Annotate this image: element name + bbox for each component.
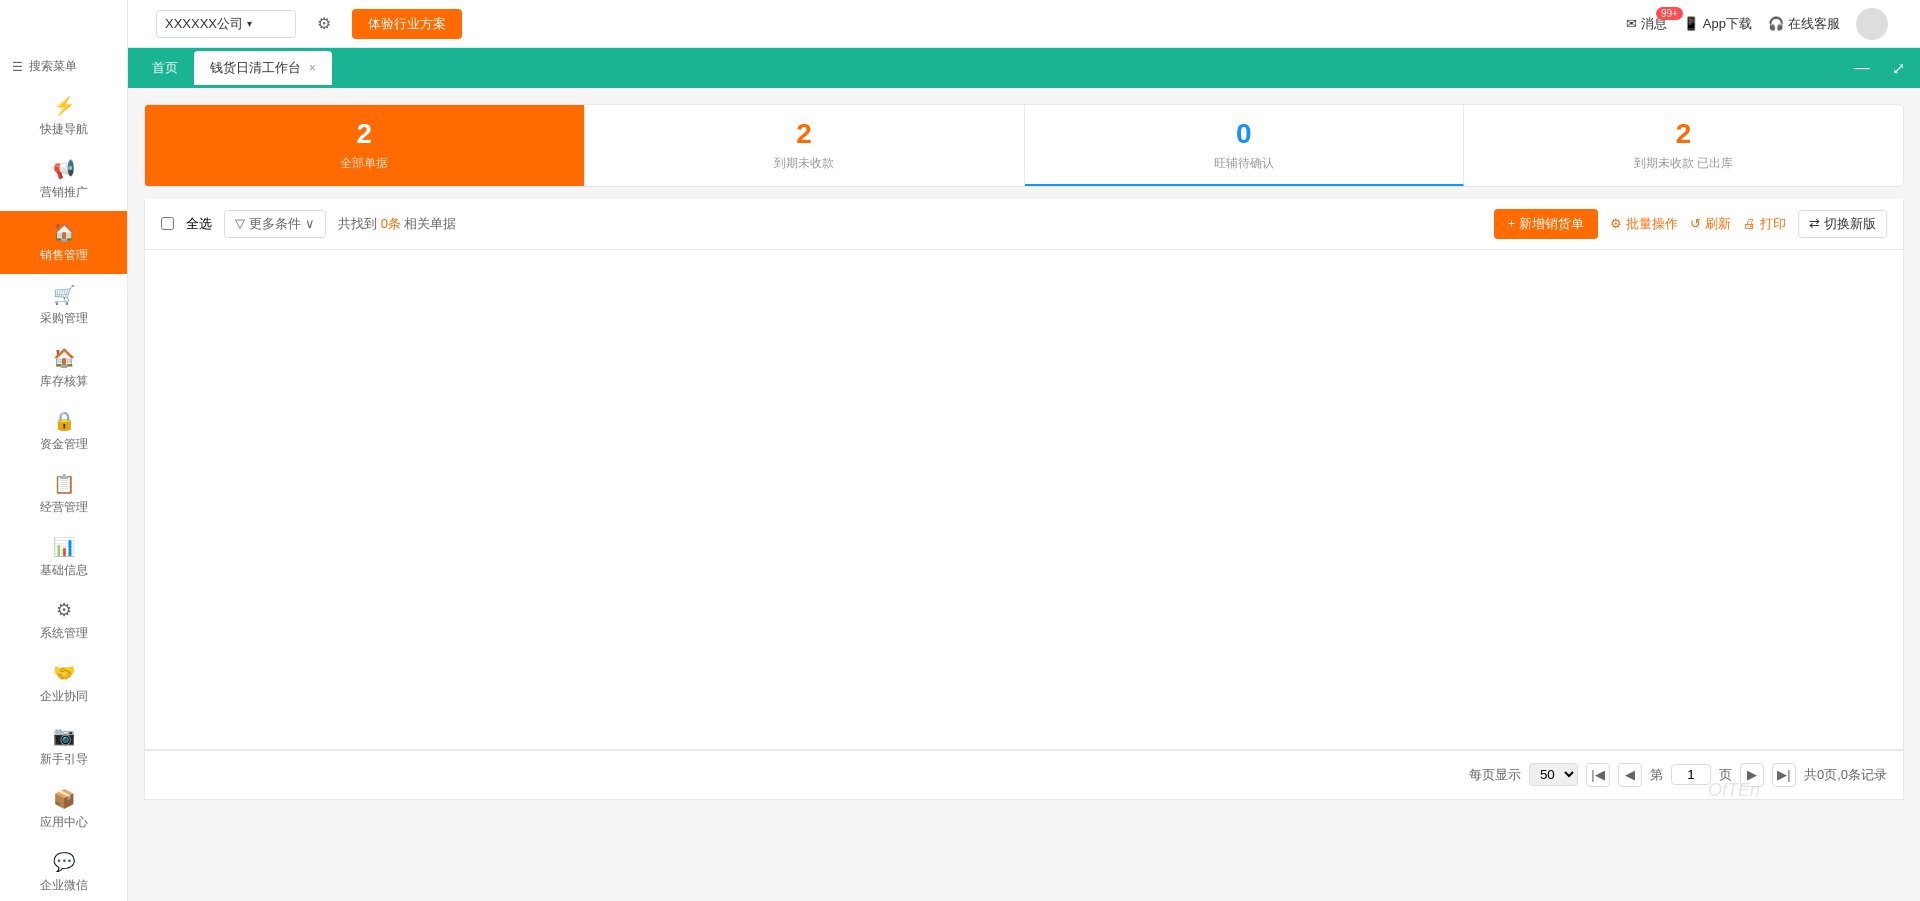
filter-icon: ▽ <box>235 216 245 231</box>
inventory-icon: 🏠 <box>53 347 75 369</box>
last-page-button[interactable]: ▶| <box>1772 763 1796 787</box>
sidebar-item-sales[interactable]: 🏠 销售管理 <box>0 211 127 274</box>
settings-button[interactable]: ⚙ <box>308 8 340 40</box>
avatar[interactable] <box>1856 8 1888 40</box>
switch-icon: ⇄ <box>1809 216 1820 231</box>
main-content: 2 全部单据 2 到期未收款 0 旺辅待确认 2 到期未收款 已出库 全选 ▽ … <box>128 88 1920 901</box>
content-area <box>144 250 1904 750</box>
refresh-button[interactable]: ↺ 刷新 <box>1690 215 1731 233</box>
chevron-icon: ∨ <box>305 216 315 231</box>
add-order-button[interactable]: + 新增销货单 <box>1494 209 1598 239</box>
gear-icon: ⚙ <box>317 14 331 33</box>
trial-button[interactable]: 体验行业方案 <box>352 9 462 39</box>
sidebar-item-marketing[interactable]: 📢 营销推广 <box>0 148 127 211</box>
sidebar-item-wechat[interactable]: 💬 企业微信 <box>0 841 127 901</box>
app-download-button[interactable]: 📱 App下载 <box>1683 15 1752 33</box>
sidebar-item-app-center[interactable]: 📦 应用中心 <box>0 778 127 841</box>
sidebar-item-inventory[interactable]: 🏠 库存核算 <box>0 337 127 400</box>
system-icon: ⚙ <box>56 599 72 621</box>
stat-all-label: 全部单据 <box>165 155 564 172</box>
service-icon: 🎧 <box>1768 16 1784 31</box>
stat-wangwang-label: 旺辅待确认 <box>1045 155 1444 172</box>
marketing-icon: 📢 <box>53 158 75 180</box>
operations-icon: 📋 <box>53 473 75 495</box>
chevron-down-icon: ▾ <box>247 18 252 29</box>
page-label-end: 页 <box>1719 766 1732 784</box>
tab-minimize-button[interactable]: — <box>1848 54 1876 82</box>
filter-button[interactable]: ▽ 更多条件 ∨ <box>224 210 326 238</box>
message-button[interactable]: ✉ 消息 99+ <box>1626 15 1667 33</box>
page-input[interactable] <box>1671 764 1711 785</box>
search-icon: ☰ <box>12 60 23 74</box>
stat-overdue-number: 2 <box>605 117 1004 151</box>
first-page-button[interactable]: |◀ <box>1586 763 1610 787</box>
quick-nav-icon: ⚡ <box>53 95 75 117</box>
message-badge: 99+ <box>1656 7 1683 20</box>
sidebar-item-basic-info[interactable]: 📊 基础信息 <box>0 526 127 589</box>
found-count: 0条 <box>381 216 401 231</box>
tab-close-icon[interactable]: × <box>309 61 316 75</box>
tab-bar-actions: — ⤢ <box>1848 54 1912 82</box>
sidebar-item-purchase[interactable]: 🛒 采购管理 <box>0 274 127 337</box>
message-icon: ✉ <box>1626 16 1637 31</box>
stat-wangwang[interactable]: 0 旺辅待确认 <box>1025 105 1465 186</box>
basic-info-icon: 📊 <box>53 536 75 558</box>
stat-wangwang-number: 0 <box>1045 117 1444 151</box>
stat-overdue-out[interactable]: 2 到期未收款 已出库 <box>1464 105 1903 186</box>
sidebar-item-operations[interactable]: 📋 经营管理 <box>0 463 127 526</box>
next-page-button[interactable]: ▶ <box>1740 763 1764 787</box>
sidebar-search[interactable]: ☰ 搜索菜单 <box>0 48 127 85</box>
guide-icon: 📷 <box>53 725 75 747</box>
select-all-checkbox[interactable] <box>161 217 174 230</box>
per-page-label: 每页显示 <box>1469 766 1521 784</box>
sidebar-item-enterprise[interactable]: 🤝 企业协同 <box>0 652 127 715</box>
stat-overdue-label: 到期未收款 <box>605 155 1004 172</box>
sidebar: ☰ 搜索菜单 ⚡ 快捷导航 📢 营销推广 🏠 销售管理 🛒 采购管理 🏠 库存核… <box>0 0 128 901</box>
sidebar-item-system[interactable]: ⚙ 系统管理 <box>0 589 127 652</box>
batch-icon: ⚙ <box>1610 216 1622 231</box>
pagination: 每页显示 50 |◀ ◀ 第 页 ▶ ▶| 共0页,0条记录 <box>144 750 1904 800</box>
stat-all-number: 2 <box>165 117 564 151</box>
stat-overdue[interactable]: 2 到期未收款 <box>585 105 1025 186</box>
prev-page-button[interactable]: ◀ <box>1618 763 1642 787</box>
finance-icon: 🔒 <box>53 410 75 432</box>
wechat-icon: 💬 <box>53 851 75 873</box>
print-icon: 🖨 <box>1743 216 1756 231</box>
batch-button[interactable]: ⚙ 批量操作 <box>1610 215 1678 233</box>
header-right: ✉ 消息 99+ 📱 App下载 🎧 在线客服 <box>1626 8 1904 40</box>
sidebar-item-quick-nav[interactable]: ⚡ 快捷导航 <box>0 85 127 148</box>
select-all-label: 全选 <box>186 215 212 233</box>
stat-overdue-out-label: 到期未收款 已出库 <box>1484 155 1883 172</box>
purchase-icon: 🛒 <box>53 284 75 306</box>
tab-maximize-button[interactable]: ⤢ <box>1884 54 1912 82</box>
print-button[interactable]: 🖨 打印 <box>1743 215 1786 233</box>
page-label: 第 <box>1650 766 1663 784</box>
tab-active[interactable]: 钱货日清工作台 × <box>194 51 332 85</box>
enterprise-icon: 🤝 <box>53 662 75 684</box>
top-header: 6 畅捷通好生意 标准版 XXXXXX公司 ▾ ⚙ 体验行业方案 ✉ 消息 99… <box>0 0 1920 48</box>
tab-home[interactable]: 首页 <box>136 51 194 85</box>
switch-version-button[interactable]: ⇄ 切换新版 <box>1798 210 1887 238</box>
stat-overdue-out-number: 2 <box>1484 117 1883 151</box>
company-selector[interactable]: XXXXXX公司 ▾ <box>156 10 296 38</box>
download-icon: 📱 <box>1683 16 1699 31</box>
online-service-button[interactable]: 🎧 在线客服 <box>1768 15 1840 33</box>
sidebar-item-finance[interactable]: 🔒 资金管理 <box>0 400 127 463</box>
app-center-icon: 📦 <box>53 788 75 810</box>
per-page-select[interactable]: 50 <box>1529 763 1578 786</box>
found-text: 共找到 0条 相关单据 <box>338 215 456 233</box>
toolbar-right: + 新增销货单 ⚙ 批量操作 ↺ 刷新 🖨 打印 ⇄ 切换新版 <box>1494 209 1887 239</box>
total-label: 共0页,0条记录 <box>1804 766 1887 784</box>
toolbar: 全选 ▽ 更多条件 ∨ 共找到 0条 相关单据 + 新增销货单 ⚙ 批量操作 ↺… <box>144 199 1904 250</box>
sidebar-item-guide[interactable]: 📷 新手引导 <box>0 715 127 778</box>
tab-bar: 首页 钱货日清工作台 × — ⤢ <box>128 48 1920 88</box>
sales-icon: 🏠 <box>53 221 75 243</box>
stat-all[interactable]: 2 全部单据 <box>145 105 585 186</box>
stats-cards: 2 全部单据 2 到期未收款 0 旺辅待确认 2 到期未收款 已出库 <box>144 104 1904 187</box>
refresh-icon: ↺ <box>1690 216 1701 231</box>
